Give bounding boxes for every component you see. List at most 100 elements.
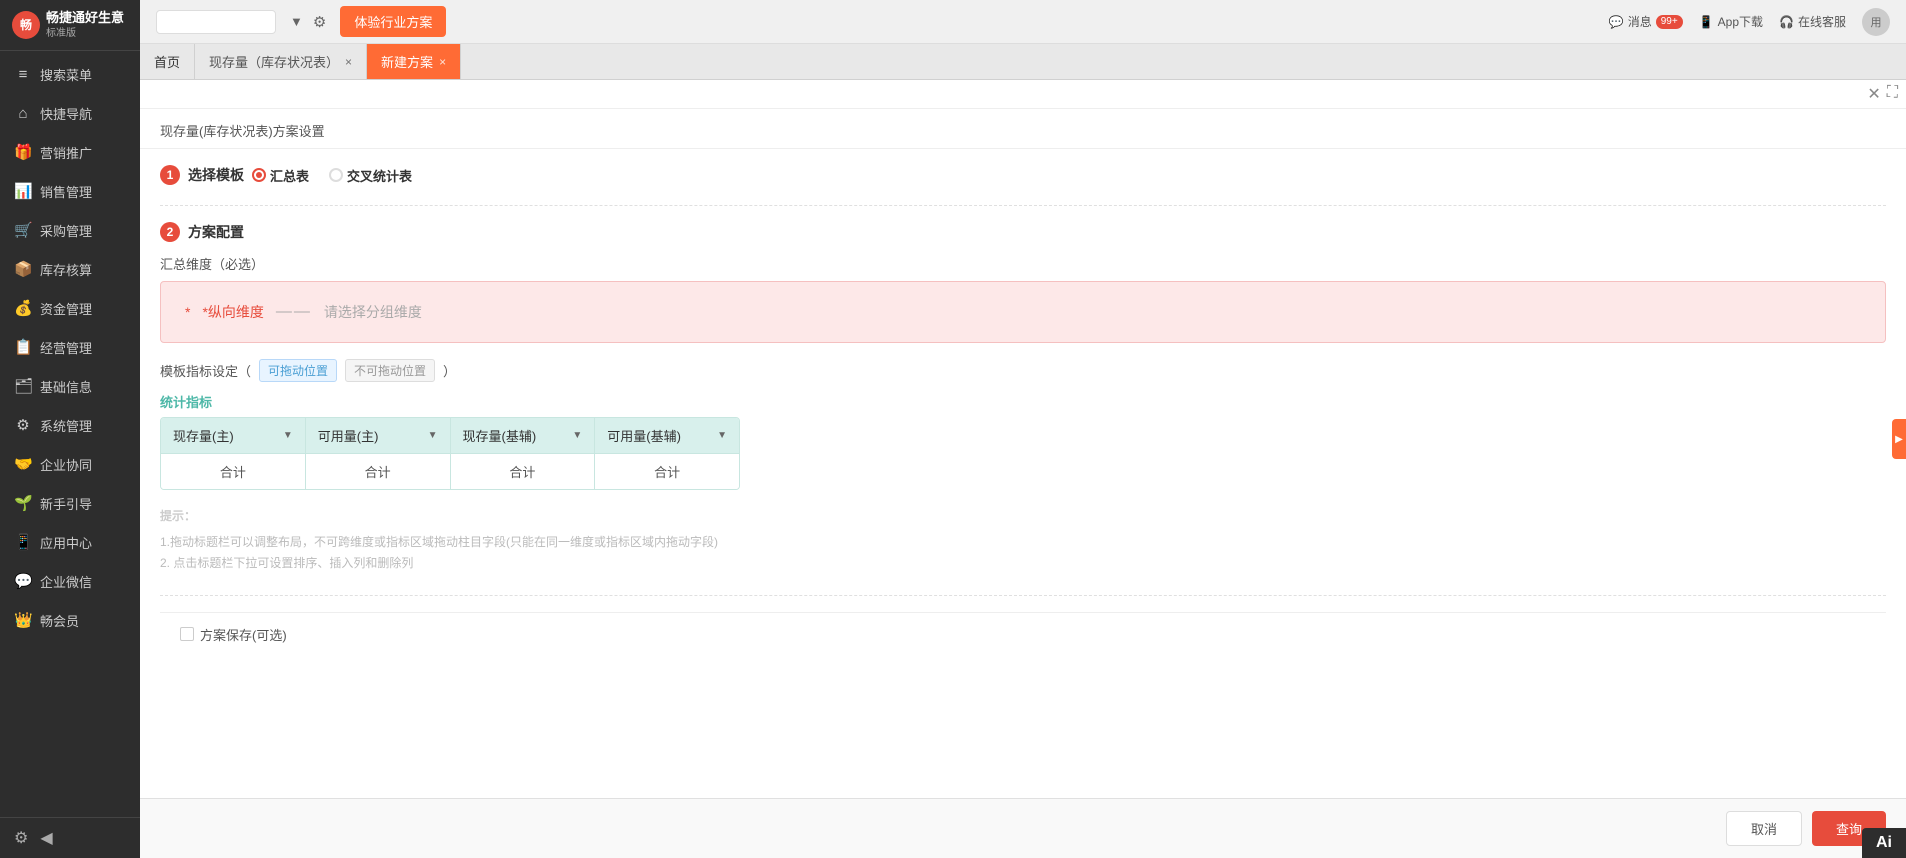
collapse-icon[interactable]: ◀ — [40, 828, 52, 848]
topbar-right: 💬 消息 99+ 📱 App下载 🎧 在线客服 用 — [1609, 8, 1890, 36]
system-icon: ⚙ — [14, 416, 32, 434]
topbar: ▼ ⚙ 体验行业方案 💬 消息 99+ 📱 App下载 🎧 在线客服 用 — [140, 0, 1906, 44]
sidebar-item-label: 销售管理 — [40, 182, 92, 201]
content-header: 现存量(库存状况表)方案设置 — [140, 109, 1906, 149]
dimension-name: *纵向维度 — [202, 302, 263, 322]
dropdown-arrow-icon[interactable]: ▼ — [290, 14, 303, 29]
chevron-down-1-icon[interactable]: ▼ — [283, 430, 293, 441]
trial-button[interactable]: 体验行业方案 — [340, 6, 446, 37]
chevron-down-2-icon[interactable]: ▼ — [428, 430, 438, 441]
sidebar-item-inventory[interactable]: 📦 库存核算 — [0, 250, 140, 289]
sidebar-item-sales[interactable]: 📊 销售管理 — [0, 172, 140, 211]
radio-cross-indicator — [329, 168, 343, 182]
main-area: ▼ ⚙ 体验行业方案 💬 消息 99+ 📱 App下载 🎧 在线客服 用 首页 — [140, 0, 1906, 858]
tab-home[interactable]: 首页 — [140, 44, 195, 79]
ai-badge[interactable]: Ai — [1862, 828, 1906, 858]
app-logo-icon: 畅 — [12, 11, 40, 39]
app-edition: 标准版 — [46, 27, 124, 40]
sidebar-item-label: 搜索菜单 — [40, 65, 92, 84]
sidebar-item-marketing[interactable]: 🎁 营销推广 — [0, 133, 140, 172]
sidebar: 畅 畅捷通好生意 标准版 ≡ 搜索菜单 ⌂ 快捷导航 🎁 营销推广 📊 销售管理… — [0, 0, 140, 858]
sidebar-item-operations[interactable]: 📋 经营管理 — [0, 328, 140, 367]
headset-icon: 🎧 — [1779, 15, 1794, 29]
sidebar-item-basic-info[interactable]: 🗂 基础信息 — [0, 367, 140, 406]
immovable-badge: 不可拖动位置 — [345, 359, 435, 382]
section-config: 2 方案配置 汇总维度（必选） * *纵向维度 —— 请选择分组维度 模板指标设… — [160, 222, 1886, 575]
radio-cross-label: 交叉统计表 — [347, 166, 412, 185]
stats-cell-2: 合计 — [306, 454, 451, 489]
chevron-down-3-icon[interactable]: ▼ — [572, 430, 582, 441]
tabbar: 首页 现存量（库存状况表） × 新建方案 × — [140, 44, 1906, 80]
close-panel-icon[interactable]: ✕ — [1867, 84, 1880, 104]
sidebar-item-appcenter[interactable]: 📱 应用中心 — [0, 523, 140, 562]
section1-title: 1 选择模板 汇总表 交叉统计表 — [160, 165, 1886, 185]
sidebar-item-label: 库存核算 — [40, 260, 92, 279]
sidebar-item-system[interactable]: ⚙ 系统管理 — [0, 406, 140, 445]
tip-item-1: 1.拖动标题栏可以调整布局，不可跨维度或指标区域拖动柱目字段(只能在同一维度或指… — [160, 532, 1886, 554]
sidebar-item-enterprise-wechat[interactable]: 💬 企业微信 — [0, 562, 140, 601]
stats-cell-1: 合计 — [161, 454, 306, 489]
stats-col-2-label: 可用量(主) — [318, 426, 379, 445]
marketing-icon: 🎁 — [14, 143, 32, 161]
message-icon: 💬 — [1609, 15, 1624, 29]
sidebar-item-search[interactable]: ≡ 搜索菜单 — [0, 55, 140, 94]
radio-cross-table[interactable]: 交叉统计表 — [329, 166, 412, 185]
stats-col-3[interactable]: 现存量(基辅) ▼ — [451, 418, 596, 453]
sidebar-bottom: ⚙ ◀ — [0, 817, 140, 858]
sales-icon: 📊 — [14, 182, 32, 200]
radio-summary-table[interactable]: 汇总表 — [252, 166, 309, 185]
sidebar-item-label: 经营管理 — [40, 338, 92, 357]
right-collapse-tab[interactable]: ▶ — [1892, 419, 1906, 459]
dimension-arrow: —— — [276, 303, 312, 321]
save-checkbox[interactable] — [180, 627, 194, 641]
stats-col-3-label: 现存量(基辅) — [463, 426, 537, 445]
right-arrow-icon: ▶ — [1895, 434, 1903, 445]
gear-icon[interactable]: ⚙ — [313, 13, 326, 31]
message-item[interactable]: 💬 消息 99+ — [1609, 13, 1683, 30]
sidebar-item-label: 畅会员 — [40, 611, 79, 630]
sidebar-item-label: 快捷导航 — [40, 104, 92, 123]
tab-inventory-status[interactable]: 现存量（库存状况表） × — [195, 44, 367, 79]
sidebar-item-purchase[interactable]: 🛒 采购管理 — [0, 211, 140, 250]
sidebar-nav: ≡ 搜索菜单 ⌂ 快捷导航 🎁 营销推广 📊 销售管理 🛒 采购管理 📦 库存核… — [0, 51, 140, 817]
stats-col-4[interactable]: 可用量(基辅) ▼ — [595, 418, 739, 453]
stats-col-1[interactable]: 现存量(主) ▼ — [161, 418, 306, 453]
stats-col-1-label: 现存量(主) — [173, 426, 234, 445]
app-download-item[interactable]: 📱 App下载 — [1699, 13, 1763, 30]
new-scheme-tab-close-icon[interactable]: × — [439, 55, 446, 69]
dimension-required-label: 汇总维度（必选） — [160, 254, 1886, 273]
settings-icon[interactable]: ⚙ — [14, 828, 28, 848]
chevron-down-4-icon[interactable]: ▼ — [717, 430, 727, 441]
indicator-settings-label: 模板指标设定（ 可拖动位置 不可拖动位置 ） — [160, 359, 1886, 382]
dimension-box[interactable]: * *纵向维度 —— 请选择分组维度 — [160, 281, 1886, 343]
expand-panel-icon[interactable]: ⛶ — [1887, 84, 1898, 104]
sidebar-item-label: 系统管理 — [40, 416, 92, 435]
stats-col-2[interactable]: 可用量(主) ▼ — [306, 418, 451, 453]
sidebar-item-quicknav[interactable]: ⌂ 快捷导航 — [0, 94, 140, 133]
sidebar-item-label: 资金管理 — [40, 299, 92, 318]
radio-summary-indicator — [252, 168, 266, 182]
dimension-required-marker: * — [185, 304, 190, 320]
sidebar-item-finance[interactable]: 💰 资金管理 — [0, 289, 140, 328]
search-input[interactable] — [156, 10, 276, 34]
online-service-item[interactable]: 🎧 在线客服 — [1779, 13, 1846, 30]
app-download-label: App下载 — [1718, 13, 1763, 30]
stats-label: 统计指标 — [160, 392, 1886, 411]
stats-table-body: 合计 合计 合计 合计 — [161, 453, 739, 489]
inventory-tab-close-icon[interactable]: × — [345, 55, 352, 69]
content-area: ✕ ⛶ 现存量(库存状况表)方案设置 1 选择模板 汇总表 — [140, 80, 1906, 798]
sidebar-item-newguide[interactable]: 🌱 新手引导 — [0, 484, 140, 523]
new-scheme-tab-label: 新建方案 — [381, 52, 433, 71]
online-service-label: 在线客服 — [1798, 13, 1846, 30]
avatar[interactable]: 用 — [1862, 8, 1890, 36]
home-tab-label: 首页 — [154, 52, 180, 71]
sidebar-item-membership[interactable]: 👑 畅会员 — [0, 601, 140, 640]
finance-icon: 💰 — [14, 299, 32, 317]
sidebar-item-collab[interactable]: 🤝 企业协同 — [0, 445, 140, 484]
section-template: 1 选择模板 汇总表 交叉统计表 — [160, 165, 1886, 185]
radio-summary-label: 汇总表 — [270, 166, 309, 185]
bottom-bar: 取消 查询 — [140, 798, 1906, 858]
tab-new-scheme[interactable]: 新建方案 × — [367, 44, 461, 79]
cancel-button[interactable]: 取消 — [1726, 811, 1802, 846]
tip-item-2: 2. 点击标题栏下拉可设置排序、插入列和删除列 — [160, 553, 1886, 575]
